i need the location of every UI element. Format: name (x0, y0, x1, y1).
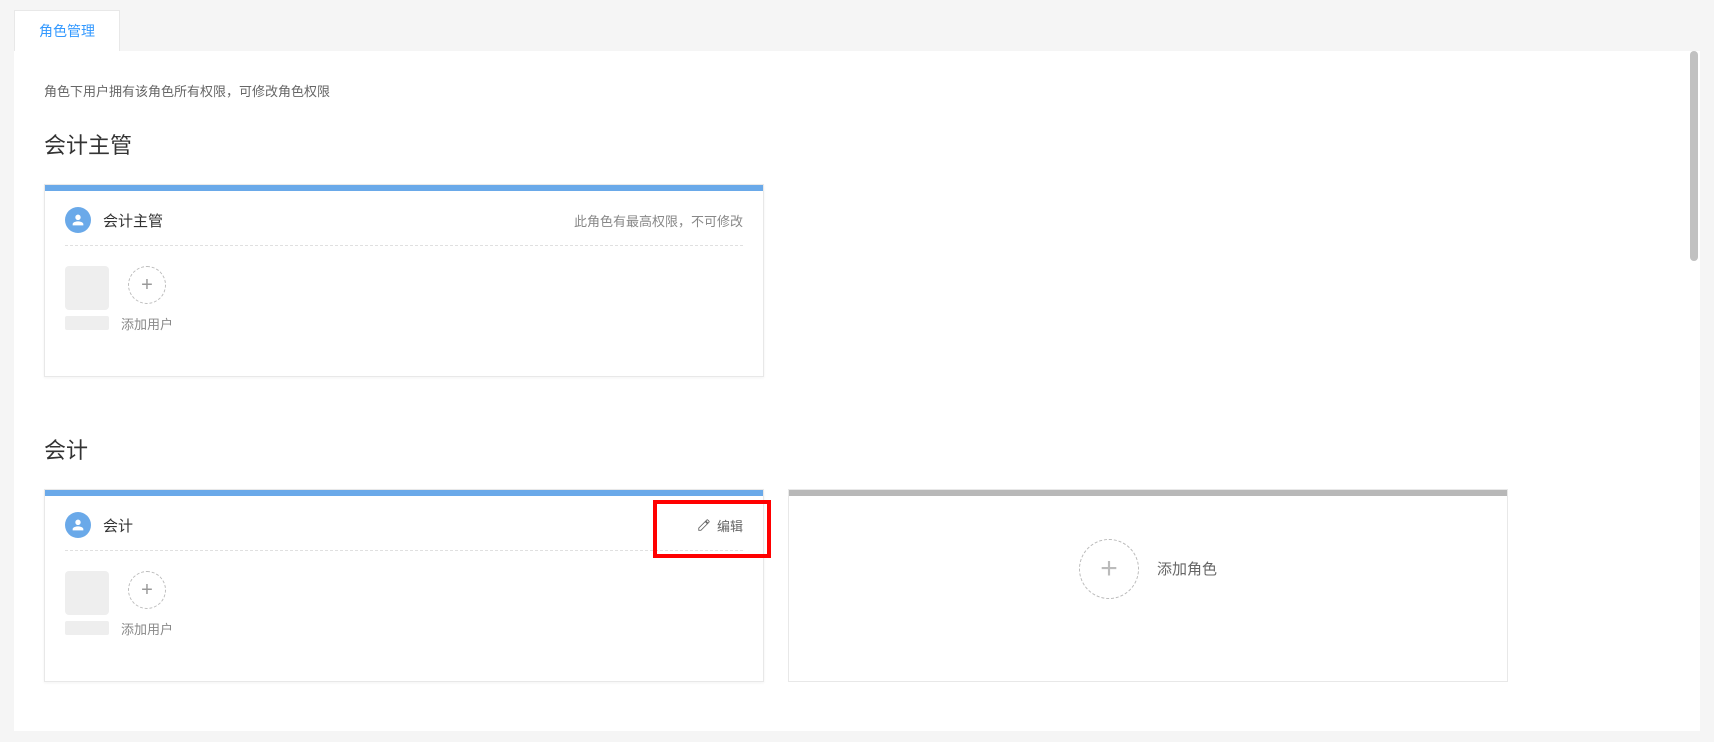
edit-label: 编辑 (717, 516, 743, 535)
add-role-label: 添加角色 (1157, 558, 1217, 579)
tab-role-management[interactable]: 角色管理 (14, 10, 120, 51)
role-note: 此角色有最高权限，不可修改 (574, 211, 743, 230)
name-blur (65, 621, 109, 635)
add-user-button[interactable]: + 添加用户 (121, 266, 173, 333)
add-user-label: 添加用户 (121, 314, 173, 333)
section-title-supervisor: 会计主管 (44, 128, 1670, 160)
role-card-accountant: 会计 编辑 + (44, 489, 764, 682)
card-body: + 添加用户 (45, 551, 763, 681)
role-name: 会计主管 (103, 210, 163, 231)
add-role-card: + 添加角色 (788, 489, 1508, 682)
role-name: 会计 (103, 515, 133, 536)
name-blur (65, 316, 109, 330)
card-body: + 添加用户 (45, 246, 763, 376)
scrollbar-thumb[interactable] (1690, 51, 1698, 261)
user-avatar-placeholder[interactable] (65, 571, 109, 635)
tab-label: 角色管理 (39, 23, 95, 39)
role-card-supervisor: 会计主管 此角色有最高权限，不可修改 + 添加用户 (44, 184, 764, 377)
edit-icon (697, 518, 711, 532)
page-description: 角色下用户拥有该角色所有权限，可修改角色权限 (44, 81, 1670, 100)
content-area: 角色下用户拥有该角色所有权限，可修改角色权限 会计主管 会计主管 此角色有最高权… (14, 51, 1700, 731)
add-user-label: 添加用户 (121, 619, 173, 638)
edit-button[interactable]: 编辑 (697, 516, 743, 535)
tab-bar: 角色管理 (14, 0, 1700, 51)
role-icon (65, 207, 91, 233)
avatar-blur (65, 266, 109, 310)
scrollbar-track[interactable] (1690, 51, 1698, 731)
plus-icon: + (1079, 539, 1139, 599)
avatar-blur (65, 571, 109, 615)
user-avatar-placeholder[interactable] (65, 266, 109, 330)
plus-icon: + (128, 571, 166, 609)
plus-icon: + (128, 266, 166, 304)
card-header: 会计 编辑 (65, 496, 743, 551)
card-header: 会计主管 此角色有最高权限，不可修改 (65, 191, 743, 246)
add-user-button[interactable]: + 添加用户 (121, 571, 173, 638)
add-role-button[interactable]: + 添加角色 (789, 496, 1507, 641)
role-icon (65, 512, 91, 538)
section-title-accountant: 会计 (44, 433, 1670, 465)
